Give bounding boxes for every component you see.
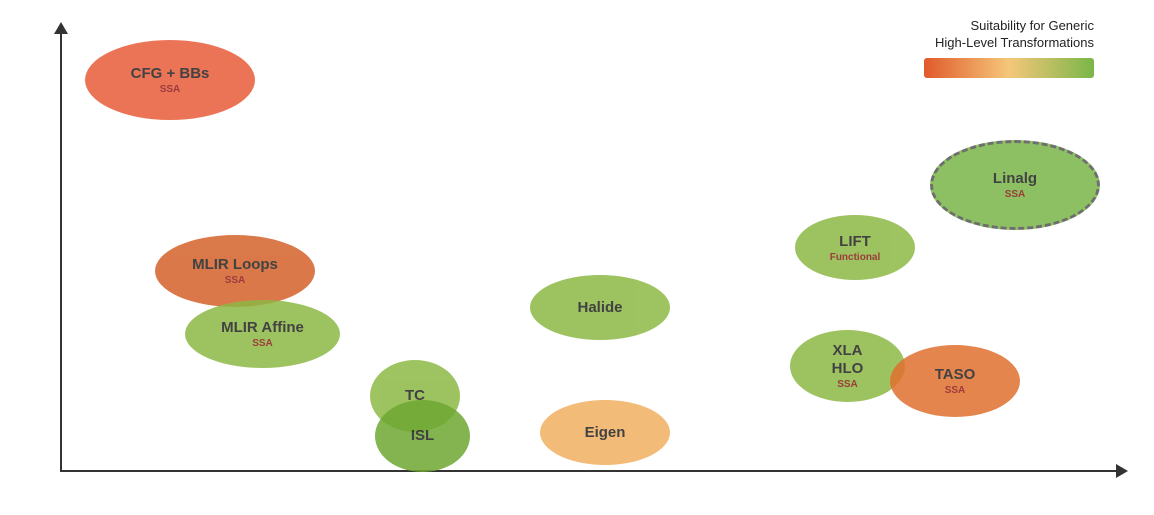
node-label-halide: Halide [577, 299, 622, 317]
node-xla-hlo: XLAHLOSSA [790, 330, 905, 402]
node-taso: TASOSSA [890, 345, 1020, 417]
node-sublabel-xla-hlo: SSA [837, 379, 858, 390]
y-axis-arrow [54, 22, 68, 34]
node-isl: ISL [375, 400, 470, 472]
node-sublabel-mlir-loops: SSA [225, 275, 246, 286]
node-lift: LIFTFunctional [795, 215, 915, 280]
node-sublabel-mlir-affine: SSA [252, 338, 273, 349]
node-mlir-loops: MLIR LoopsSSA [155, 235, 315, 307]
node-cfg-bbs: CFG + BBsSSA [85, 40, 255, 120]
node-label-cfg-bbs: CFG + BBs [131, 65, 210, 83]
legend-gradient [924, 58, 1094, 78]
legend-title: Suitability for GenericHigh-Level Transf… [864, 18, 1094, 52]
node-halide: Halide [530, 275, 670, 340]
x-axis [60, 470, 1120, 472]
node-label-lift: LIFT [839, 233, 871, 251]
y-axis [60, 30, 62, 470]
node-label-eigen: Eigen [585, 424, 626, 442]
node-label-isl: ISL [411, 427, 434, 445]
node-label-xla-hlo: XLA [833, 342, 863, 360]
node-linalg: LinalgSSA [930, 140, 1100, 230]
node-sublabel-taso: SSA [945, 385, 966, 396]
node-label-mlir-loops: MLIR Loops [192, 256, 278, 274]
node-label-mlir-affine: MLIR Affine [221, 319, 304, 337]
node-label-taso: TASO [935, 366, 976, 384]
legend: Suitability for GenericHigh-Level Transf… [864, 18, 1094, 78]
node-sublabel-lift: Functional [830, 252, 881, 263]
node-label-linalg: Linalg [993, 170, 1037, 188]
node-mlir-affine: MLIR AffineSSA [185, 300, 340, 368]
chart-area: Suitability for GenericHigh-Level Transf… [0, 0, 1154, 515]
node-sublabel-linalg: SSA [1005, 189, 1026, 200]
node-sublabel-cfg-bbs: SSA [160, 84, 181, 95]
node-eigen: Eigen [540, 400, 670, 465]
node-label-xla-hlo: HLO [832, 360, 864, 378]
x-axis-arrow [1116, 464, 1128, 478]
